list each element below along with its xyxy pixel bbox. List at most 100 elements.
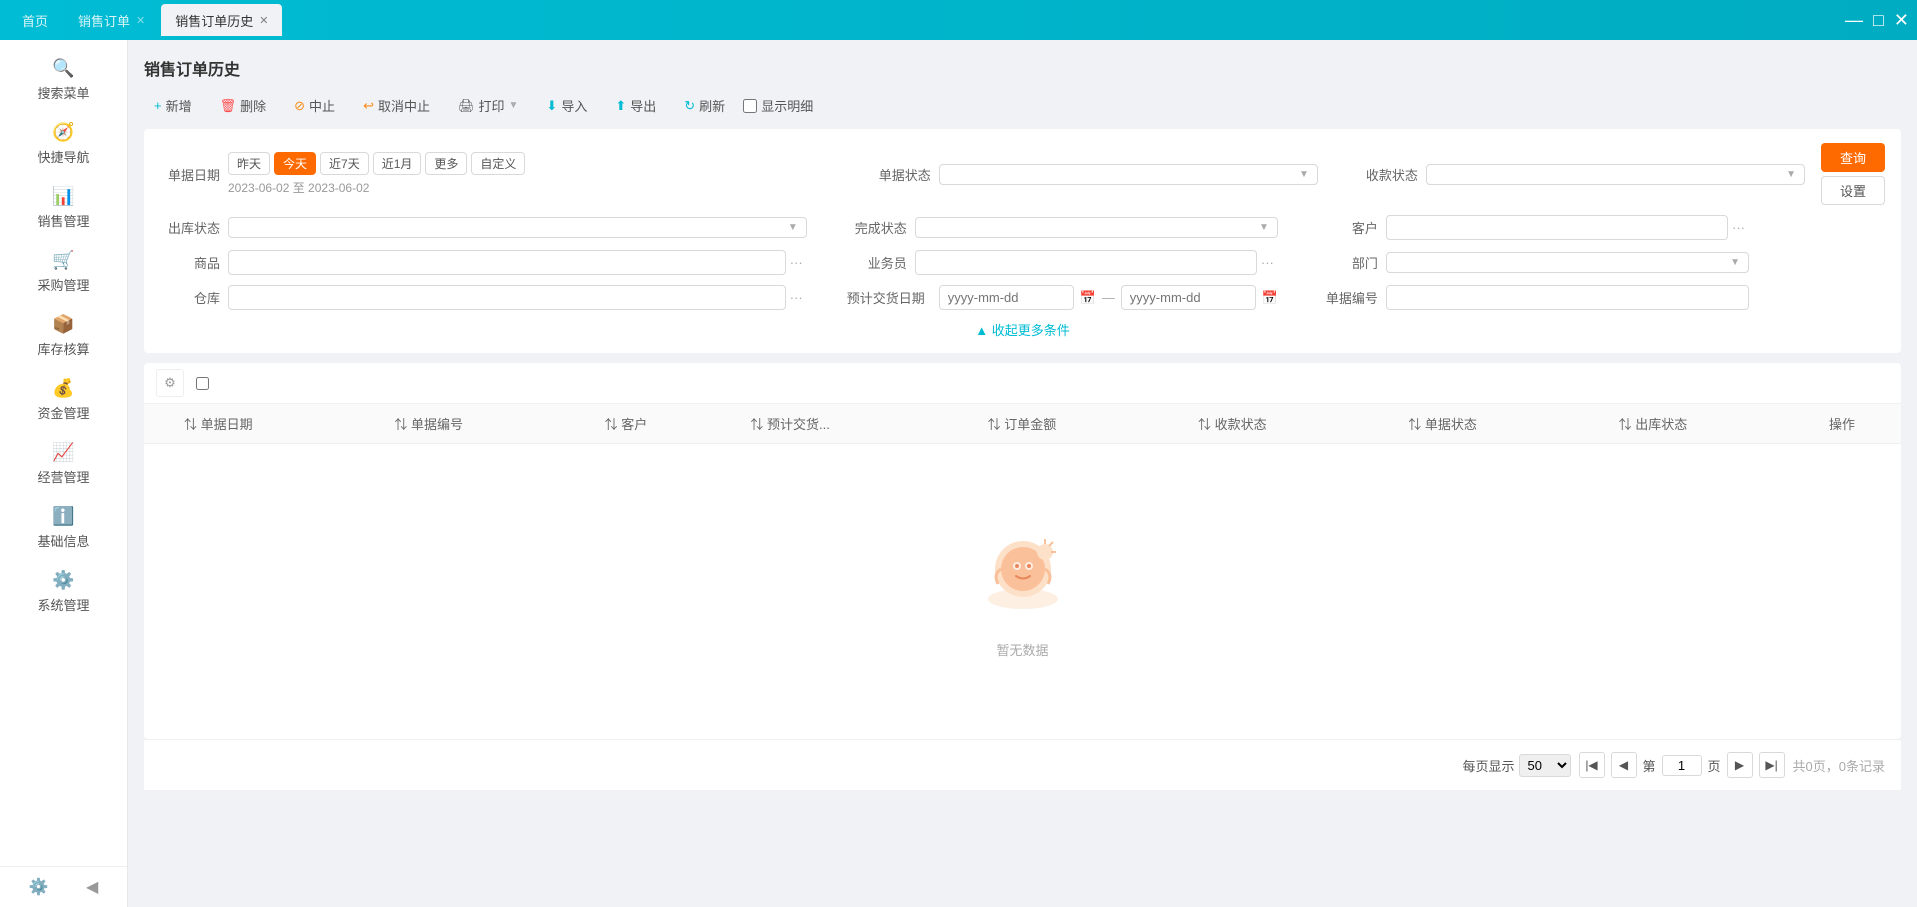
query-button[interactable]: 查询 [1821,143,1885,172]
next-page-button[interactable]: ▶ [1727,752,1753,778]
page-number-input[interactable] [1662,755,1702,776]
date-btn-more[interactable]: 更多 [425,152,467,175]
th-order-amount[interactable]: ⇅ 订单金额 [980,404,1190,444]
filter-cell-customer: 客户 ··· [1318,215,1749,240]
sidebar-item-label: 搜索菜单 [37,83,89,102]
print-button[interactable]: 🖨 打印 ▼ [448,92,528,119]
sidebar-item-label: 资金管理 [37,403,89,422]
sidebar-item-nav[interactable]: 🧭 快捷导航 [0,112,127,176]
payment-status-arrow: ▼ [1786,169,1796,180]
goods-dots[interactable]: ··· [786,255,807,270]
sidebar-item-basic-info[interactable]: ℹ️ 基础信息 [0,496,127,560]
collapse-sidebar-icon[interactable]: ◀ [86,877,98,897]
sidebar-item-label: 快捷导航 [37,147,89,166]
sidebar-item-inventory[interactable]: 📦 库存核算 [0,304,127,368]
tab-home[interactable]: 首页 [8,4,62,36]
warehouse-input[interactable] [228,285,786,310]
set-button[interactable]: 设置 [1821,176,1885,205]
collapse-row[interactable]: ▲ 收起更多条件 [160,320,1885,339]
department-label: 部门 [1318,253,1378,272]
table-settings-icon[interactable]: ⚙ [156,369,184,397]
goods-input[interactable] [228,250,786,275]
date-separator: — [1102,290,1115,305]
sidebar-item-label: 经营管理 [37,467,89,486]
sidebar-item-purchase[interactable]: 🛒 采购管理 [0,240,127,304]
customer-input[interactable] [1386,215,1728,240]
warehouse-label: 仓库 [160,288,220,307]
settings-bottom-icon[interactable]: ⚙️ [29,877,49,897]
export-icon: ⬆ [615,98,626,114]
table-select-all[interactable] [196,377,209,390]
th-bill-date[interactable]: ⇅ 单据日期 [176,404,386,444]
calendar-icon-start[interactable]: 📅 [1080,290,1096,306]
expected-date-end[interactable] [1121,285,1256,310]
refresh-icon: ↻ [684,98,695,114]
th-outbound-status[interactable]: ⇅ 出库状态 [1611,404,1821,444]
salesman-dots[interactable]: ··· [1257,255,1278,270]
sidebar-item-finance[interactable]: 💰 资金管理 [0,368,127,432]
salesman-input[interactable] [915,250,1257,275]
date-btn-custom[interactable]: 自定义 [471,152,525,175]
refresh-button[interactable]: ↻ 刷新 [674,92,735,119]
th-bill-status[interactable]: ⇅ 单据状态 [1400,404,1610,444]
close-app-icon[interactable]: ✕ [1894,10,1909,31]
customer-dots[interactable]: ··· [1728,220,1749,235]
goods-label: 商品 [160,253,220,272]
expected-date-start[interactable] [939,285,1074,310]
date-filter-area: 昨天 今天 近7天 近1月 更多 自定义 2023-06-02 至 2023-0… [228,152,525,196]
payment-status-select[interactable]: ▼ [1426,164,1805,185]
print-dropdown-icon[interactable]: ▼ [509,100,519,111]
show-detail-input[interactable] [743,99,757,113]
sidebar: 🔍 搜索菜单 🧭 快捷导航 📊 销售管理 🛒 采购管理 📦 库存核算 💰 资金管… [0,40,128,907]
sidebar-item-label: 基础信息 [37,531,89,550]
sidebar-item-operations[interactable]: 📈 经营管理 [0,432,127,496]
sidebar-item-sales[interactable]: 📊 销售管理 [0,176,127,240]
page-size-select-input[interactable]: 10 20 50 100 [1519,754,1571,777]
calendar-icon-end[interactable]: 📅 [1262,290,1278,306]
complete-select[interactable]: ▼ [915,217,1278,238]
sidebar-item-search[interactable]: 🔍 搜索菜单 [0,48,127,112]
page-navigation: |◀ ◀ 第 页 ▶ ▶| [1579,752,1785,778]
page-title: 销售订单历史 [144,56,1901,80]
th-bill-no[interactable]: ⇅ 单据编号 [386,404,596,444]
add-button[interactable]: + 新增 [144,92,202,119]
last-page-button[interactable]: ▶| [1759,752,1785,778]
sidebar-item-label: 销售管理 [37,211,89,230]
sidebar-bottom: ⚙️ ◀ [0,866,127,907]
cancel-stop-button[interactable]: ↩ 取消中止 [353,92,440,119]
stop-icon: ⊘ [294,98,305,114]
bill-number-input[interactable] [1386,285,1749,310]
tab-sales-order[interactable]: 销售订单 ✕ [64,4,159,36]
warehouse-dots[interactable]: ··· [786,290,807,305]
th-payment-status[interactable]: ⇅ 收款状态 [1190,404,1400,444]
export-button[interactable]: ⬆ 导出 [605,92,666,119]
tab-sales-order-history[interactable]: 销售订单历史 ✕ [161,4,282,36]
import-button[interactable]: ⬇ 导入 [536,92,597,119]
date-buttons: 昨天 今天 近7天 近1月 更多 自定义 [228,152,525,175]
date-btn-yesterday[interactable]: 昨天 [228,152,270,175]
filter-row-1: 单据日期 昨天 今天 近7天 近1月 更多 自定义 2023-06-02 至 2… [160,143,1885,205]
empty-state: 暂无数据 [144,444,1901,739]
date-btn-7days[interactable]: 近7天 [320,152,369,175]
department-select[interactable]: ▼ [1386,252,1749,273]
page-info: 共0页，0条记录 [1793,756,1885,775]
filter-cell-expected-date: 预计交货日期 📅 — 📅 [847,285,1278,310]
th-customer[interactable]: ⇅ 客户 [597,404,743,444]
show-detail-checkbox[interactable]: 显示明细 [743,96,813,115]
close-tab-sales-order[interactable]: ✕ [136,14,145,27]
sidebar-item-system[interactable]: ⚙️ 系统管理 [0,560,127,624]
minimize-icon[interactable]: — [1845,10,1863,31]
delete-button[interactable]: 🗑 删除 [210,92,277,119]
maximize-icon[interactable]: □ [1873,10,1884,31]
complete-arrow: ▼ [1259,222,1269,233]
bill-status-select[interactable]: ▼ [939,164,1318,185]
cancel-stop-icon: ↩ [363,98,374,114]
date-btn-today[interactable]: 今天 [274,152,316,175]
first-page-button[interactable]: |◀ [1579,752,1605,778]
date-btn-1month[interactable]: 近1月 [373,152,422,175]
stop-button[interactable]: ⊘ 中止 [284,92,345,119]
close-tab-sales-order-history[interactable]: ✕ [259,14,268,27]
th-expected-date[interactable]: ⇅ 预计交货... [742,404,979,444]
outbound-select[interactable]: ▼ [228,217,807,238]
prev-page-button[interactable]: ◀ [1611,752,1637,778]
